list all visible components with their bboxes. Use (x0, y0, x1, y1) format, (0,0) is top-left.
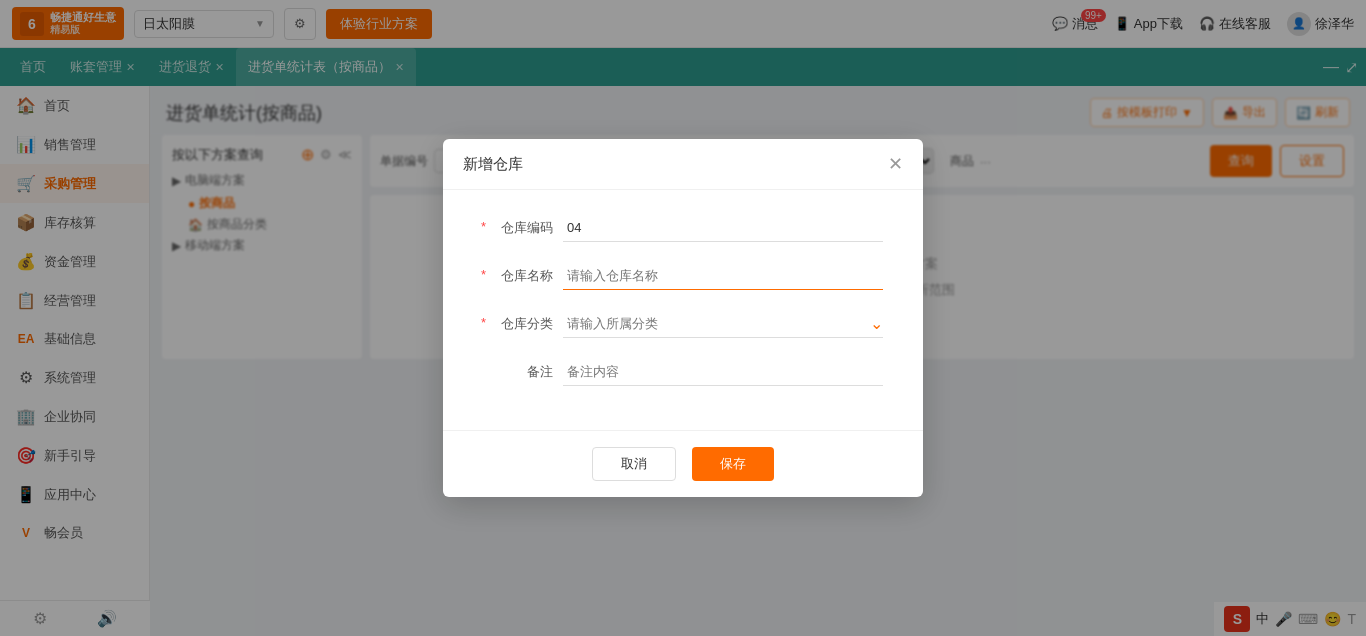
warehouse-name-input[interactable] (563, 262, 883, 290)
modal-close-icon[interactable]: ✕ (888, 153, 903, 175)
category-dropdown-icon[interactable]: ⌄ (870, 314, 883, 333)
modal-header: 新增仓库 ✕ (443, 139, 923, 190)
warehouse-category-row: 仓库分类 ⌄ (483, 310, 883, 338)
warehouse-code-label: 仓库编码 (483, 219, 563, 237)
remark-label: 备注 (483, 363, 563, 381)
warehouse-category-label: 仓库分类 (483, 315, 563, 333)
modal-body: 仓库编码 仓库名称 仓库分类 ⌄ 备注 (443, 190, 923, 430)
cancel-button[interactable]: 取消 (592, 447, 676, 481)
remark-row: 备注 (483, 358, 883, 386)
warehouse-name-label: 仓库名称 (483, 267, 563, 285)
modal-title: 新增仓库 (463, 155, 523, 174)
remark-input[interactable] (563, 358, 883, 386)
warehouse-name-row: 仓库名称 (483, 262, 883, 290)
save-button[interactable]: 保存 (692, 447, 774, 481)
warehouse-category-select-wrap: ⌄ (563, 310, 883, 338)
warehouse-code-input[interactable] (563, 214, 883, 242)
modal-overlay: 新增仓库 ✕ 仓库编码 仓库名称 仓库分类 ⌄ (0, 0, 1366, 636)
modal-footer: 取消 保存 (443, 430, 923, 497)
warehouse-code-row: 仓库编码 (483, 214, 883, 242)
warehouse-category-input[interactable] (563, 310, 870, 337)
add-warehouse-modal: 新增仓库 ✕ 仓库编码 仓库名称 仓库分类 ⌄ (443, 139, 923, 497)
